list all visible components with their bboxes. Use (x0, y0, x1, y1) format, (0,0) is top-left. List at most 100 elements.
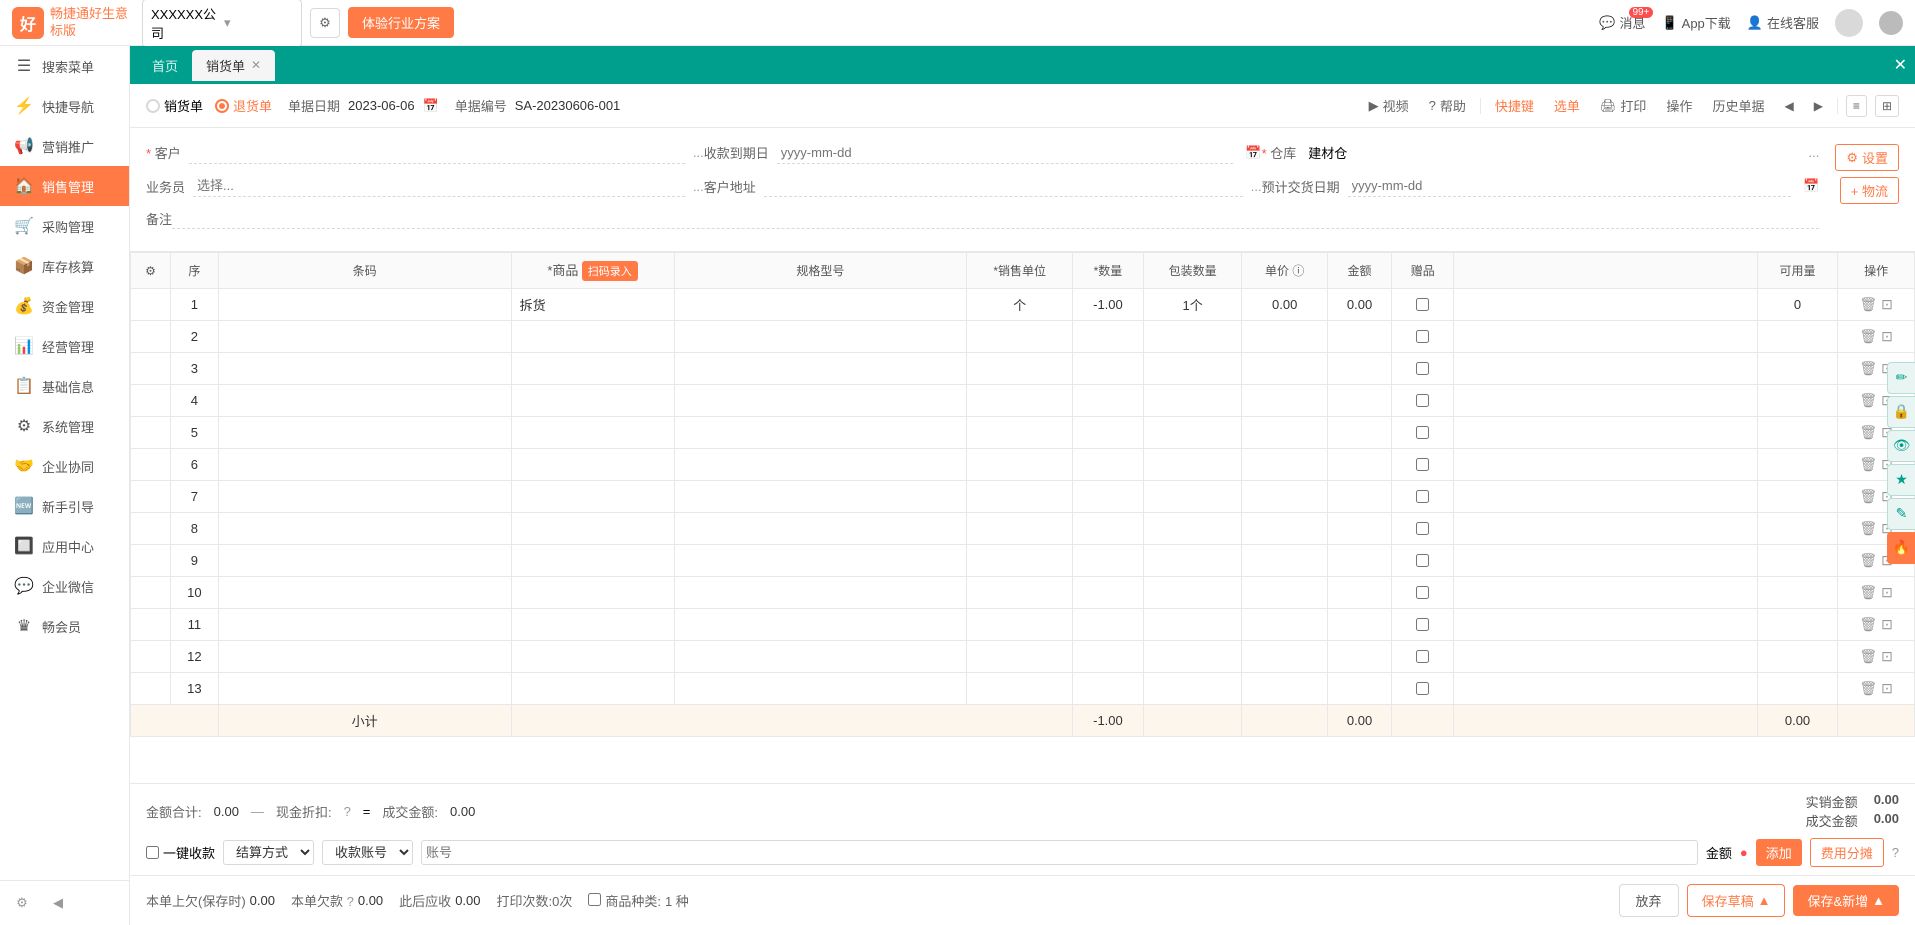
video-btn[interactable]: ▶ 视频 (1363, 92, 1415, 119)
nav-prev-btn[interactable]: ◀ (1778, 95, 1799, 117)
row-product[interactable]: 拆货 (511, 289, 674, 321)
view-grid-btn[interactable]: ⊞ (1875, 95, 1899, 117)
save-new-button[interactable]: 保存&新增 ▲ (1793, 885, 1899, 916)
rfloat-pencil-btn[interactable]: ✎ (1887, 498, 1915, 530)
sidebar-item-inventory[interactable]: 📦 库存核算 (0, 246, 129, 286)
row-unit-price[interactable] (1242, 545, 1327, 577)
customer-address-input[interactable] (764, 175, 1243, 197)
row-gift[interactable] (1392, 513, 1454, 545)
sidebar-item-finance[interactable]: 💰 资金管理 (0, 286, 129, 326)
print-btn[interactable]: 🖨 打印 (1594, 92, 1653, 119)
row-actions[interactable]: 🗑 ⊡ (1838, 609, 1915, 641)
sidebar-item-system[interactable]: ⚙ 系统管理 (0, 406, 129, 446)
sidebar-item-sales[interactable]: 🏠 销售管理 (0, 166, 129, 206)
discount-help-icon[interactable]: ? (344, 804, 351, 819)
row-unit-price[interactable] (1242, 609, 1327, 641)
tab-close-all[interactable]: ✕ (1894, 55, 1907, 75)
row-delete-btn[interactable]: 🗑 (1859, 360, 1877, 377)
row-quantity[interactable] (1073, 513, 1144, 545)
row-actions[interactable]: 🗑 ⊡ (1838, 641, 1915, 673)
row-copy-btn[interactable]: ⊡ (1881, 296, 1893, 313)
row-unit-price[interactable] (1242, 321, 1327, 353)
row-spec[interactable] (674, 513, 967, 545)
row-unit-price[interactable] (1242, 577, 1327, 609)
row-gift[interactable] (1392, 545, 1454, 577)
rfloat-star-btn[interactable]: ★ (1887, 464, 1915, 496)
row-barcode[interactable] (218, 321, 511, 353)
sidebar-item-operations[interactable]: 📊 经营管理 (0, 326, 129, 366)
row-quantity[interactable] (1073, 641, 1144, 673)
row-delete-btn[interactable]: 🗑 (1859, 616, 1877, 633)
row-remark[interactable] (1454, 449, 1757, 481)
expected-date-calendar-icon[interactable]: 📅 (1803, 178, 1819, 194)
row-gift[interactable] (1392, 321, 1454, 353)
row-quantity[interactable] (1073, 417, 1144, 449)
row-quantity[interactable] (1073, 577, 1144, 609)
row-delete-btn[interactable]: 🗑 (1859, 456, 1877, 473)
add-payment-icon[interactable]: ● (1740, 845, 1748, 860)
row-unit-price[interactable] (1242, 641, 1327, 673)
row-gift[interactable] (1392, 577, 1454, 609)
row-barcode[interactable] (218, 449, 511, 481)
sidebar-item-marketing[interactable]: 📢 营销推广 (0, 126, 129, 166)
customer-address-picker-btn[interactable]: ... (1251, 179, 1262, 194)
row-product[interactable] (511, 321, 674, 353)
row-delete-btn[interactable]: 🗑 (1859, 424, 1877, 441)
row-unit-price[interactable] (1242, 513, 1327, 545)
save-draft-button[interactable]: 保存草稿 ▲ (1687, 884, 1786, 917)
row-actions[interactable]: 🗑 ⊡ (1838, 321, 1915, 353)
rfloat-eye-btn[interactable]: 👁 (1887, 430, 1915, 462)
row-remark[interactable] (1454, 577, 1757, 609)
row-gift[interactable] (1392, 481, 1454, 513)
row-quantity[interactable] (1073, 545, 1144, 577)
row-delete-btn[interactable]: 🗑 (1859, 328, 1877, 345)
row-unit-price[interactable] (1242, 449, 1327, 481)
row-remark[interactable] (1454, 417, 1757, 449)
row-remark[interactable] (1454, 641, 1757, 673)
row-copy-btn[interactable]: ⊡ (1881, 648, 1893, 665)
shortcut-btn[interactable]: 快捷键 (1489, 92, 1540, 119)
payment-help-icon[interactable]: ? (1892, 845, 1899, 860)
settings-gear-button[interactable]: ⚙ (310, 8, 340, 38)
row-unit-price[interactable] (1242, 673, 1327, 705)
row-gift[interactable] (1392, 353, 1454, 385)
row-actions[interactable]: 🗑 ⊡ (1838, 289, 1915, 321)
row-product[interactable] (511, 417, 674, 449)
row-gift[interactable] (1392, 289, 1454, 321)
row-remark[interactable] (1454, 609, 1757, 641)
row-remark[interactable] (1454, 513, 1757, 545)
sidebar-item-app-center[interactable]: 🔲 应用中心 (0, 526, 129, 566)
row-quantity[interactable] (1073, 385, 1144, 417)
row-product[interactable] (511, 641, 674, 673)
customer-input[interactable] (189, 142, 685, 164)
one-click-pay-checkbox[interactable] (146, 846, 159, 859)
tab-home[interactable]: 首页 (138, 50, 192, 81)
row-spec[interactable] (674, 609, 967, 641)
due-date-calendar-icon[interactable]: 📅 (1245, 145, 1261, 161)
pay-account-select[interactable]: 收款账号 (322, 840, 413, 865)
due-date-input[interactable] (777, 142, 1234, 164)
row-unit-price[interactable] (1242, 481, 1327, 513)
row-spec[interactable] (674, 449, 967, 481)
row-product[interactable] (511, 513, 674, 545)
sidebar-item-guide[interactable]: 🆕 新手引导 (0, 486, 129, 526)
row-copy-btn[interactable]: ⊡ (1881, 328, 1893, 345)
row-delete-btn[interactable]: 🗑 (1859, 520, 1877, 537)
row-product[interactable] (511, 481, 674, 513)
row-gift[interactable] (1392, 417, 1454, 449)
sidebar-item-wechat[interactable]: 💬 企业微信 (0, 566, 129, 606)
row-delete-btn[interactable]: 🗑 (1859, 552, 1877, 569)
row-copy-btn[interactable]: ⊡ (1881, 680, 1893, 697)
row-spec[interactable] (674, 545, 967, 577)
row-delete-btn[interactable]: 🗑 (1859, 584, 1877, 601)
product-type-checkbox[interactable] (588, 893, 601, 909)
sidebar-item-enterprise[interactable]: 🤝 企业协同 (0, 446, 129, 486)
row-barcode[interactable] (218, 673, 511, 705)
row-spec[interactable] (674, 353, 967, 385)
warehouse-picker-btn[interactable]: ... (1809, 145, 1820, 160)
row-unit-price[interactable] (1242, 385, 1327, 417)
user-avatar-extra[interactable] (1879, 11, 1903, 35)
row-product[interactable] (511, 545, 674, 577)
scan-barcode-button[interactable]: 扫码录入 (582, 261, 638, 281)
tab-sales-order[interactable]: 销货单 ✕ (192, 50, 275, 81)
